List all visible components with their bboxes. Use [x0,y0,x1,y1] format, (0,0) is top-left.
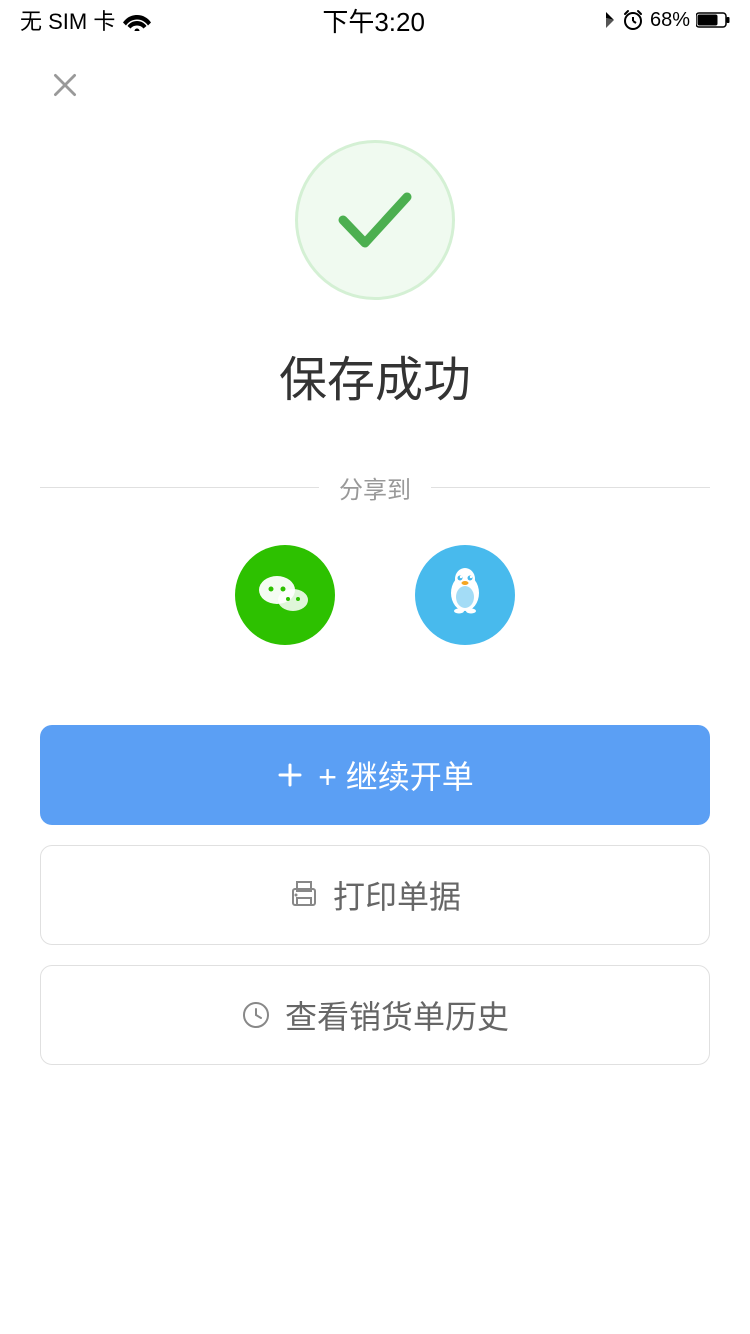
alarm-icon [622,9,644,31]
print-label: 打印单据 [333,872,461,918]
share-row [235,545,515,645]
share-label: 分享到 [339,470,411,505]
history-icon [241,1000,271,1030]
wechat-share-button[interactable] [235,545,335,645]
divider-right [431,487,710,488]
wifi-icon [123,9,151,31]
print-icon [289,881,319,909]
history-button[interactable]: 查看销货单历史 [40,965,710,1065]
continue-label: + 继续开单 [318,752,474,798]
print-button[interactable]: 打印单据 [40,845,710,945]
divider-left [40,487,319,488]
battery-percent: 68% [650,9,690,32]
success-title: 保存成功 [279,340,471,410]
status-left: 无 SIM 卡 [20,4,151,36]
qq-share-button[interactable] [415,545,515,645]
battery-icon [696,11,730,29]
status-bar: 无 SIM 卡 下午3:20 68% [0,0,750,40]
checkmark-icon [335,185,415,255]
close-button[interactable] [40,60,90,110]
history-label: 查看销货单历史 [285,992,509,1038]
success-icon-circle [295,140,455,300]
status-time: 下午3:20 [322,2,425,39]
plus-icon [276,761,304,789]
share-divider: 分享到 [40,470,710,505]
qq-logo-icon [435,565,495,625]
wechat-logo-icon [255,568,315,623]
status-right: 68% [596,9,730,32]
location-icon [596,10,616,30]
main-content: 保存成功 分享到 [0,40,750,1334]
continue-button[interactable]: + 继续开单 [40,725,710,825]
action-buttons: + 继续开单 打印单据 查看销货单历史 [40,725,710,1065]
no-sim-text: 无 SIM 卡 [20,4,115,36]
